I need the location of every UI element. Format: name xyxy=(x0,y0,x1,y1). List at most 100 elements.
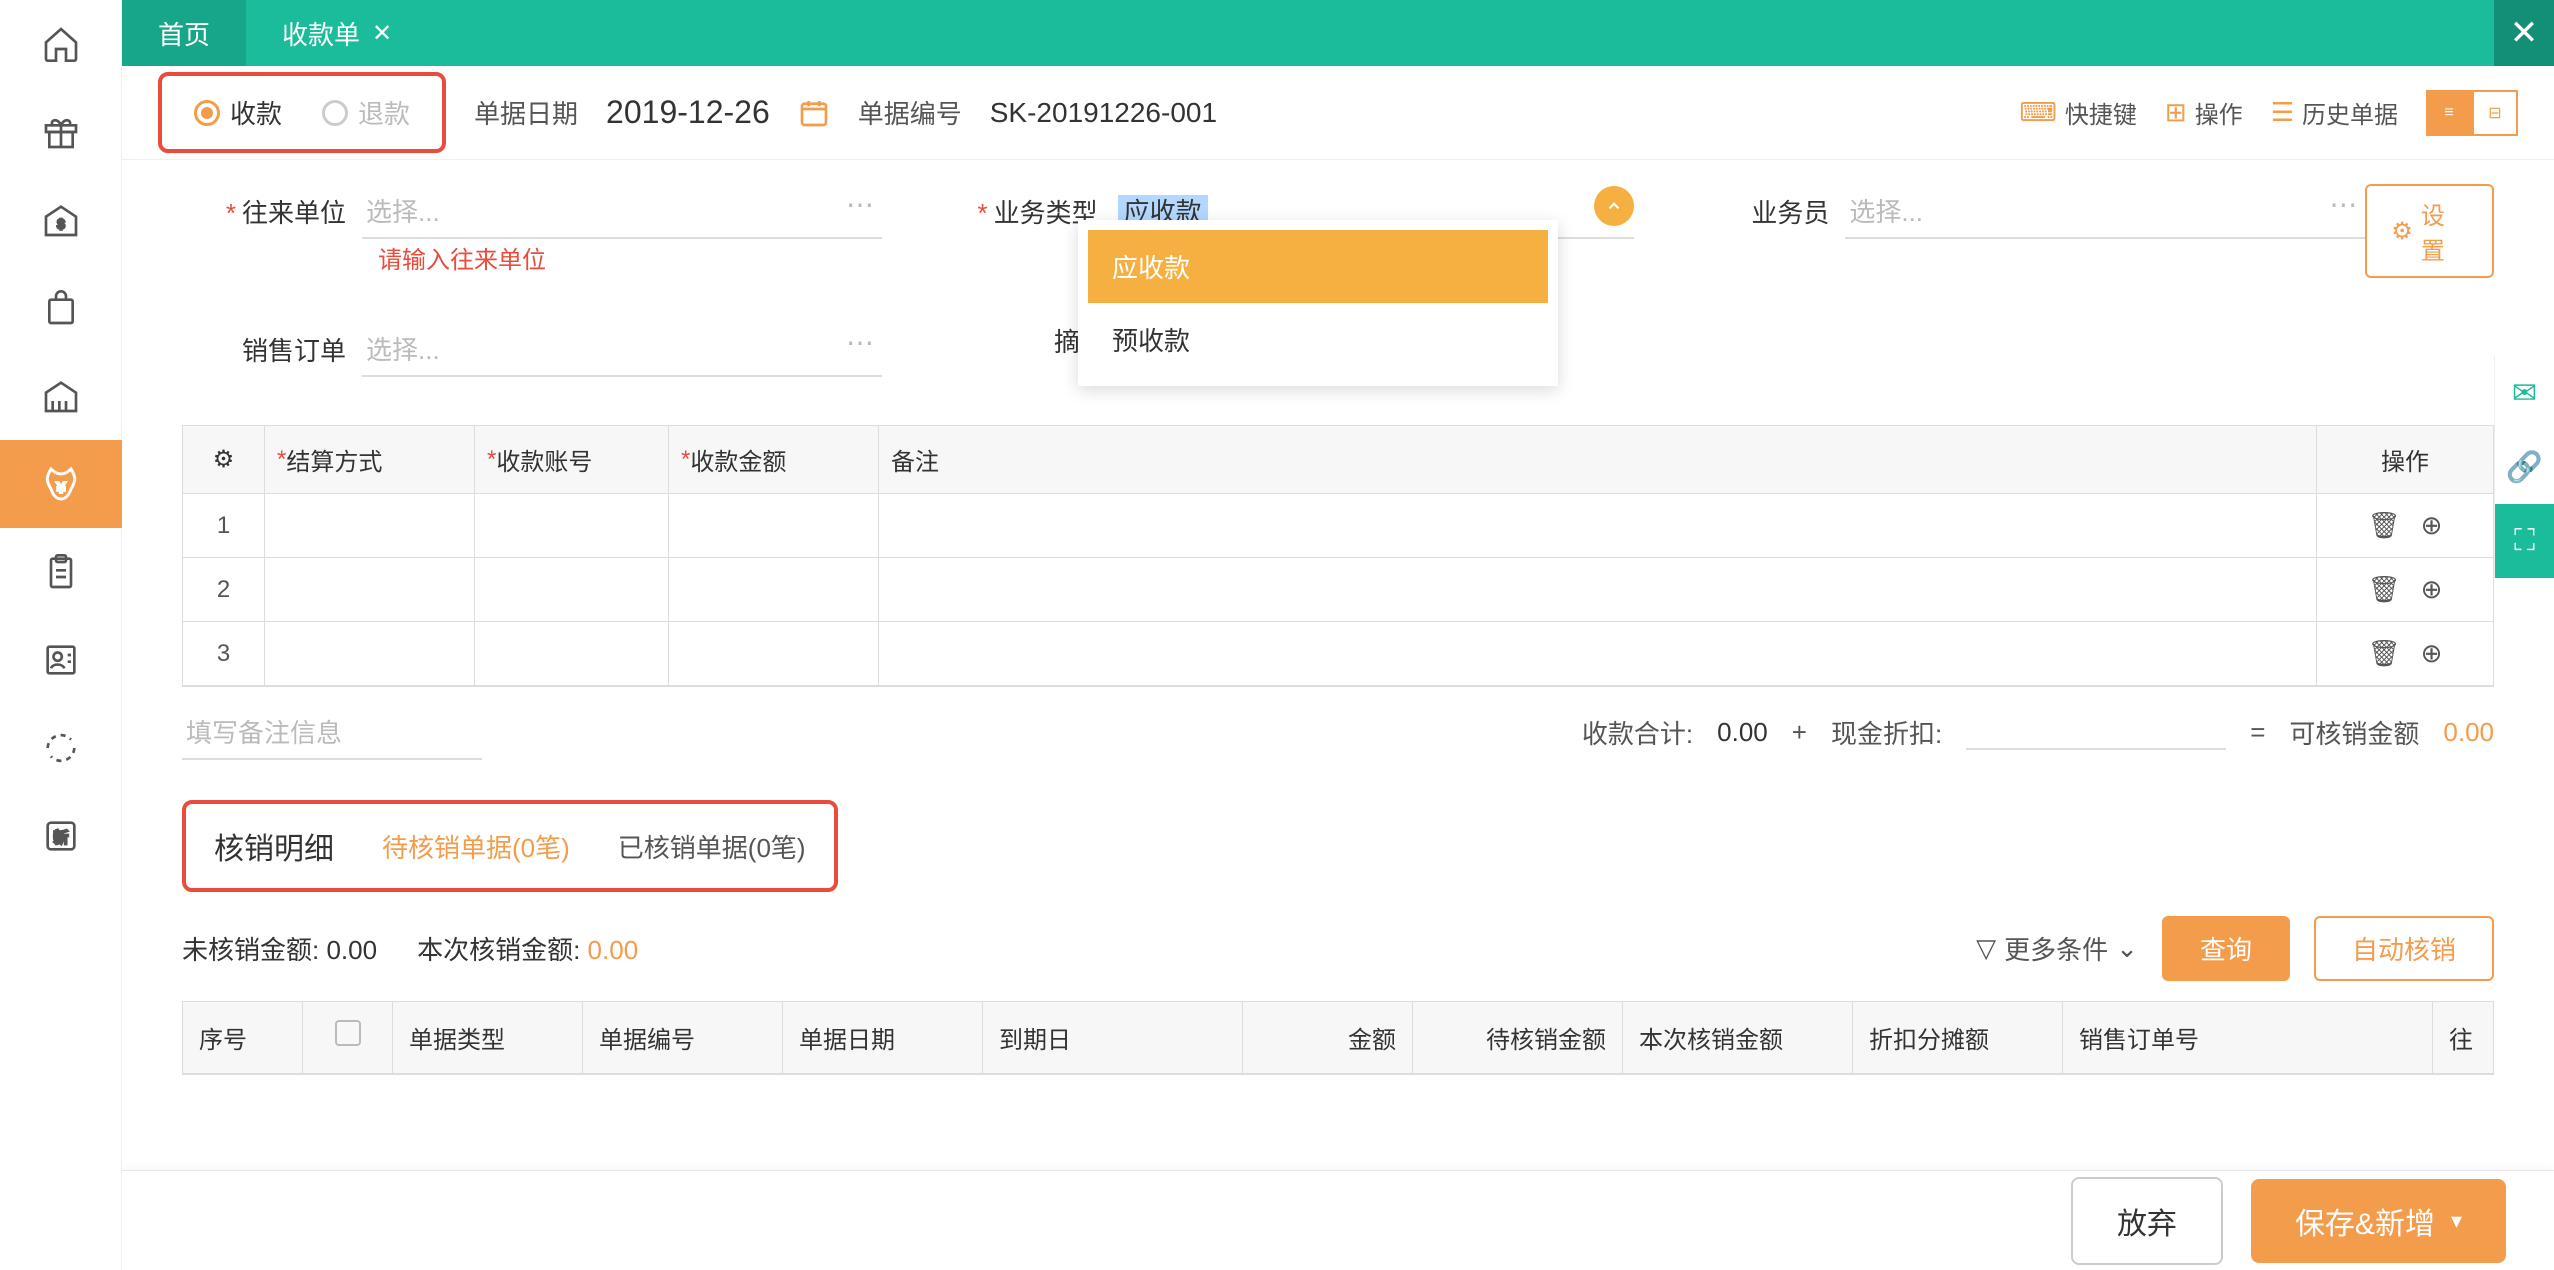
docno-value: SK-20191226-001 xyxy=(990,97,1217,129)
cell-acct[interactable] xyxy=(475,622,669,685)
history-link[interactable]: ☰历史单据 xyxy=(2271,95,2398,130)
view-list-button[interactable]: ≡ xyxy=(2426,90,2472,136)
more-icon[interactable]: ⋯ xyxy=(846,326,876,359)
svg-text:¥: ¥ xyxy=(56,479,66,496)
sidebar-home[interactable] xyxy=(0,0,122,88)
view-card-button[interactable]: ⊟ xyxy=(2472,90,2518,136)
chevron-down-icon: ⌄ xyxy=(2116,933,2138,964)
cell-acct[interactable] xyxy=(475,558,669,621)
form-header-row: 收款 退款 单据日期 2019-12-26 单据编号 SK-20191226-0… xyxy=(122,66,2554,160)
gear-column-icon[interactable]: ⚙ xyxy=(183,426,265,493)
rth-docno: 单据编号 xyxy=(583,1002,783,1073)
dropdown-option-receivable[interactable]: 应收款 xyxy=(1088,230,1548,303)
grid-icon: ⊞ xyxy=(2165,97,2187,128)
radio-on-icon xyxy=(194,100,220,126)
cell-settle[interactable] xyxy=(265,622,475,685)
delete-icon[interactable]: 🗑 xyxy=(2368,574,2401,605)
cell-acct[interactable] xyxy=(475,494,669,557)
reconcile-tab-pending[interactable]: 待核销单据(0笔) xyxy=(382,828,570,865)
delete-icon[interactable]: 🗑 xyxy=(2368,638,2401,669)
reconcile-table-header: 序号 单据类型 单据编号 单据日期 到期日 金额 待核销金额 本次核销金额 折扣… xyxy=(183,1002,2493,1074)
plus-sign: + xyxy=(1792,717,1807,748)
rth-discount: 折扣分摊额 xyxy=(1853,1002,2063,1073)
add-icon[interactable]: ⊕ xyxy=(2421,574,2443,605)
checkbox-icon[interactable] xyxy=(335,1020,361,1046)
table-row: 1 🗑 ⊕ xyxy=(183,494,2493,558)
gear-icon: ⚙ xyxy=(2391,217,2413,246)
sidebar-contacts[interactable] xyxy=(0,616,122,704)
cell-note[interactable] xyxy=(879,622,2317,685)
partner-error: 请输入往来单位 xyxy=(378,240,546,275)
salesorder-input[interactable]: 选择... ⋯ xyxy=(362,322,882,377)
payment-table: ⚙ *结算方式 *收款账号 *收款金额 备注 操作 1 🗑⊕ 2 🗑⊕ 3 xyxy=(182,425,2494,687)
sidebar-building[interactable] xyxy=(0,352,122,440)
row-index: 2 xyxy=(183,558,265,621)
save-and-new-button[interactable]: 保存&新增 ▾ xyxy=(2251,1179,2506,1263)
keyboard-icon: ⌨ xyxy=(2019,97,2057,128)
chevron-down-icon: ▾ xyxy=(2451,1208,2462,1234)
cashdisc-label: 现金折扣: xyxy=(1831,714,1942,751)
cell-amt[interactable] xyxy=(669,558,879,621)
partner-label: *往来单位 xyxy=(182,193,362,230)
th-amt: *收款金额 xyxy=(669,426,879,493)
tab-home[interactable]: 首页 xyxy=(122,0,246,66)
date-value[interactable]: 2019-12-26 xyxy=(606,94,770,131)
th-settle: *结算方式 xyxy=(265,426,475,493)
operate-link[interactable]: ⊞操作 xyxy=(2165,95,2243,130)
radio-refund[interactable]: 退款 xyxy=(322,94,410,131)
auto-reconcile-button[interactable]: 自动核销 xyxy=(2314,916,2494,981)
th-note: 备注 xyxy=(879,426,2317,493)
rth-checkbox[interactable] xyxy=(303,1002,393,1073)
cell-amt[interactable] xyxy=(669,494,879,557)
radio-receive[interactable]: 收款 xyxy=(194,94,282,131)
sidebar-sync[interactable] xyxy=(0,704,122,792)
collapse-bar-icon[interactable]: ✕ xyxy=(2494,0,2554,66)
row-index: 3 xyxy=(183,622,265,685)
salesman-input[interactable]: 选择... ⋯ xyxy=(1845,184,2365,239)
this-writeoff: 本次核销金额: 0.00 xyxy=(417,930,638,967)
reconcile-tab-done[interactable]: 已核销单据(0笔) xyxy=(618,828,806,865)
filter-icon: ▽ xyxy=(1976,933,1996,964)
tab-current[interactable]: 收款单 ✕ xyxy=(246,0,428,66)
more-icon[interactable]: ⋯ xyxy=(846,188,876,221)
add-icon[interactable]: ⊕ xyxy=(2421,638,2443,669)
sidebar-gift[interactable] xyxy=(0,88,122,176)
calendar-icon[interactable] xyxy=(798,97,830,129)
more-conditions[interactable]: ▽ 更多条件 ⌄ xyxy=(1976,930,2138,967)
cell-note[interactable] xyxy=(879,494,2317,557)
radio-off-icon xyxy=(322,100,348,126)
partner-input[interactable]: 选择... ⋯ xyxy=(362,184,882,239)
remark-input[interactable]: 填写备注信息 xyxy=(182,705,482,760)
cell-note[interactable] xyxy=(879,558,2317,621)
cell-settle[interactable] xyxy=(265,558,475,621)
shortcut-link[interactable]: ⌨快捷键 xyxy=(2019,95,2137,130)
view-toggle: ≡ ⊟ xyxy=(2426,90,2518,136)
dropdown-option-prepaid[interactable]: 预收款 xyxy=(1088,303,1548,376)
sidebar-finance[interactable]: ¥ xyxy=(0,440,122,528)
sidebar-warehouse[interactable]: $ xyxy=(0,176,122,264)
salesman-label: 业务员 xyxy=(1685,193,1845,230)
sidebar-clipboard[interactable] xyxy=(0,528,122,616)
settings-button[interactable]: ⚙设置 xyxy=(2365,184,2494,278)
more-icon[interactable]: ⋯ xyxy=(2329,188,2359,221)
cell-amt[interactable] xyxy=(669,622,879,685)
cashdisc-input[interactable] xyxy=(1966,716,2226,750)
query-button[interactable]: 查询 xyxy=(2162,916,2290,981)
delete-icon[interactable]: 🗑 xyxy=(2368,510,2401,541)
sidebar-new[interactable]: 新 xyxy=(0,792,122,880)
chevron-up-icon[interactable] xyxy=(1594,186,1634,226)
footer-bar: 放弃 保存&新增 ▾ xyxy=(122,1170,2554,1270)
row-index: 1 xyxy=(183,494,265,557)
discard-button[interactable]: 放弃 xyxy=(2071,1177,2223,1265)
add-icon[interactable]: ⊕ xyxy=(2421,510,2443,541)
date-label: 单据日期 xyxy=(474,94,578,131)
top-tab-bar: 首页 收款单 ✕ ✕ xyxy=(0,0,2554,66)
close-icon[interactable]: ✕ xyxy=(372,19,392,48)
th-ops: 操作 xyxy=(2317,426,2493,493)
table-row: 2 🗑 ⊕ xyxy=(183,558,2493,622)
reconcile-title: 核销明细 xyxy=(214,824,334,868)
header-toolbar: ⌨快捷键 ⊞操作 ☰历史单据 ≡ ⊟ xyxy=(2019,90,2518,136)
cell-settle[interactable] xyxy=(265,494,475,557)
list-icon: ☰ xyxy=(2271,97,2294,128)
sidebar-bag[interactable] xyxy=(0,264,122,352)
